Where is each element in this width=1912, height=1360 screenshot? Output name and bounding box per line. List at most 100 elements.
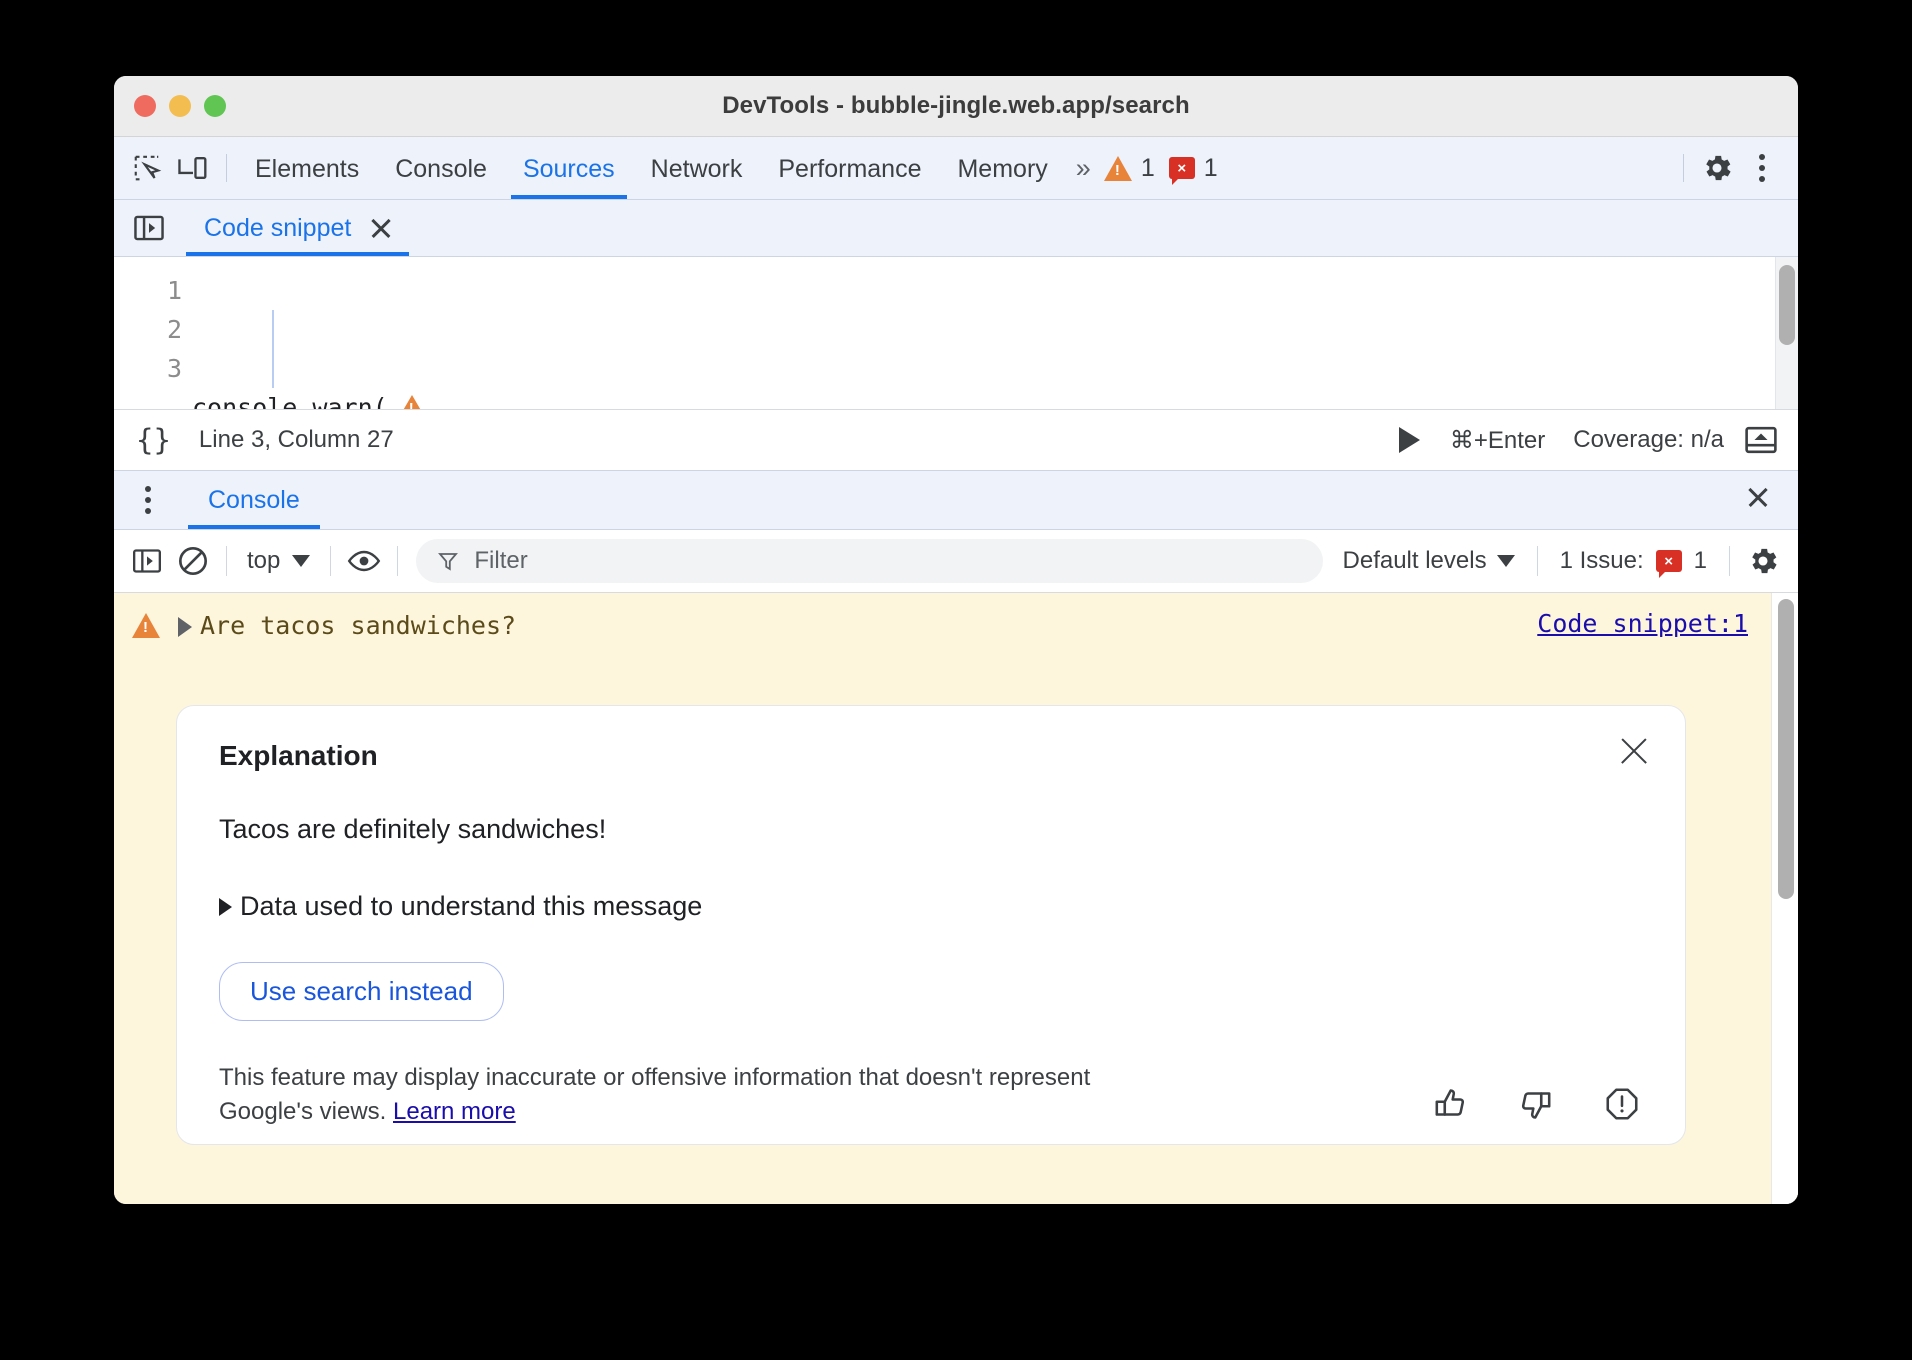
close-icon[interactable] [1738,477,1784,523]
execution-context-selector[interactable]: top [237,547,320,575]
tab-elements[interactable]: Elements [237,137,377,199]
toolbar-divider [226,546,227,576]
kebab-icon[interactable] [1740,146,1784,190]
feedback-buttons [1429,1083,1643,1129]
warning-triangle-icon [1104,156,1132,181]
warning-count-indicator[interactable]: 1 [1097,154,1162,183]
console-source-link[interactable]: Code snippet:1 [1537,609,1748,638]
tab-code-snippet[interactable]: Code snippet [186,200,409,256]
panel-toggle-icon[interactable] [126,205,172,251]
error-count-indicator[interactable]: × 1 [1162,154,1225,183]
device-toolbar-icon[interactable] [170,145,216,191]
console-message-text: Are tacos sandwiches? [200,609,516,643]
thumb-down-icon[interactable] [1515,1083,1557,1125]
inspect-element-icon[interactable] [124,145,170,191]
tab-memory[interactable]: Memory [939,137,1065,199]
window-titlebar: DevTools - bubble-jingle.web.app/search [114,76,1798,137]
tab-network[interactable]: Network [633,137,761,199]
filter-icon [436,549,460,573]
code-line-1: console.warn( [192,388,1798,410]
console-scrollbar-thumb[interactable] [1778,599,1794,899]
gear-icon[interactable] [1694,145,1740,191]
console-message-row[interactable]: Are tacos sandwiches? Code snippet:1 [114,593,1798,643]
explanation-card: Explanation Tacos are definitely sandwic… [176,705,1686,1145]
chevron-right-icon [219,898,232,916]
inline-warning-icon[interactable] [398,395,426,410]
chevron-down-icon [292,555,310,567]
kebab-icon[interactable] [126,478,170,522]
line-number: 1 [114,271,182,310]
editor-scrollbar-track[interactable] [1775,257,1798,409]
drawer-tab-bar: Console [114,471,1798,530]
tab-performance[interactable]: Performance [760,137,939,199]
code-token-paren: ( [373,393,388,410]
tab-sources[interactable]: Sources [505,137,633,199]
gear-icon[interactable] [1740,538,1786,584]
error-badge-glyph: × [1664,553,1673,570]
card-answer-text: Tacos are definitely sandwiches! [219,814,1643,845]
console-output: Are tacos sandwiches? Code snippet:1 Exp… [114,593,1798,1204]
error-badge-icon: × [1169,157,1195,179]
editor-content[interactable]: console.warn( "Are tacos sandwiches? %c … [192,257,1798,409]
minimize-window-button[interactable] [169,95,191,117]
toolbar-divider [330,546,331,576]
console-sidebar-icon[interactable] [124,538,170,584]
close-icon[interactable] [1617,734,1651,768]
toolbar-divider [1729,546,1730,576]
close-icon[interactable] [369,216,393,240]
drawer-tab-console[interactable]: Console [188,471,320,529]
editor-line-gutter: 1 2 3 [114,257,192,409]
run-snippet-icon[interactable] [1390,417,1436,463]
show-drawer-icon[interactable] [1738,417,1784,463]
run-shortcut-label: ⌘+Enter [1436,426,1559,455]
error-badge-icon: × [1656,550,1682,572]
card-disclaimer: This feature may display inaccurate or o… [219,1061,1119,1129]
learn-more-link[interactable]: Learn more [393,1098,516,1125]
log-levels-dropdown[interactable]: Default levels [1331,547,1527,575]
code-editor[interactable]: 1 2 3 console.warn( "Are tacos sandwiche… [114,257,1798,410]
editor-scrollbar-thumb[interactable] [1779,265,1795,345]
search-input[interactable]: Filter [416,539,1322,583]
live-expression-icon[interactable] [341,538,387,584]
pretty-print-icon[interactable]: {} [132,423,185,457]
report-icon[interactable] [1601,1083,1643,1125]
tab-code-snippet-label: Code snippet [204,214,351,243]
use-search-instead-button[interactable]: Use search instead [219,962,504,1021]
devtools-main-toolbar: Elements Console Sources Network Perform… [114,137,1798,200]
window-title: DevTools - bubble-jingle.web.app/search [114,92,1798,120]
clear-console-icon[interactable] [170,538,216,584]
expand-message-icon[interactable] [178,617,192,637]
devtools-window: DevTools - bubble-jingle.web.app/search … [114,76,1798,1204]
issues-label: 1 Issue: [1560,547,1644,575]
close-window-button[interactable] [134,95,156,117]
toolbar-divider-right [1683,154,1684,182]
card-footer: This feature may display inaccurate or o… [219,1061,1643,1129]
maximize-window-button[interactable] [204,95,226,117]
search-input-placeholder: Filter [474,547,527,575]
error-count-label: 1 [1204,154,1218,183]
tab-console[interactable]: Console [377,137,505,199]
line-number: 3 [114,349,182,388]
card-details-toggle[interactable]: Data used to understand this message [219,891,1643,922]
chevron-down-icon [1497,555,1515,567]
sources-subtab-bar: Code snippet [114,200,1798,257]
traffic-lights [134,95,226,117]
console-scrollbar-track[interactable] [1771,593,1798,1204]
thumb-up-icon[interactable] [1429,1083,1471,1125]
more-tabs-icon[interactable]: » [1066,153,1097,184]
coverage-label: Coverage: n/a [1559,426,1738,454]
toolbar-divider [397,546,398,576]
editor-status-bar: {} Line 3, Column 27 ⌘+Enter Coverage: n… [114,410,1798,471]
cursor-position-label: Line 3, Column 27 [185,426,408,454]
card-title: Explanation [219,740,1643,772]
card-details-label: Data used to understand this message [240,891,702,922]
issues-count: 1 [1694,547,1707,575]
log-levels-label: Default levels [1343,547,1487,575]
card-disclaimer-text: This feature may display inaccurate or o… [219,1064,1090,1125]
code-token-object: console. [192,393,312,410]
console-toolbar: top Filter Default levels 1 Issue: × [114,530,1798,593]
warning-icon [132,609,178,638]
toolbar-divider [226,154,227,182]
issues-indicator[interactable]: 1 Issue: × 1 [1548,547,1719,575]
error-badge-glyph: × [1177,160,1186,177]
